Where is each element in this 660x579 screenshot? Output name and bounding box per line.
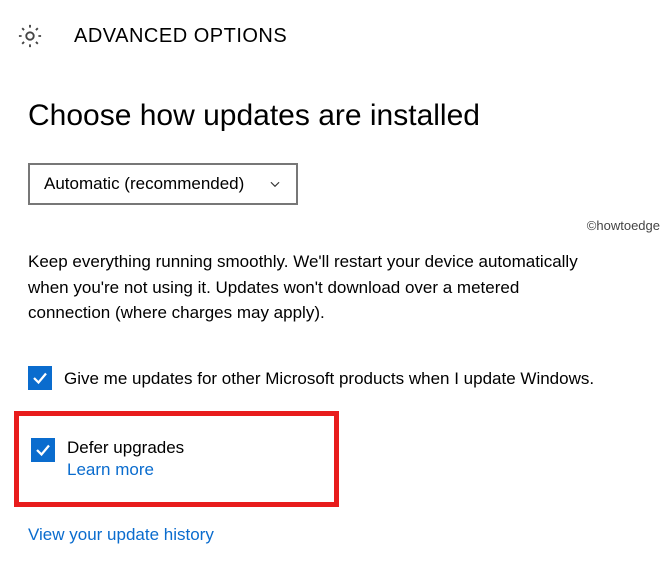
defer-upgrades-highlight: Defer upgrades Learn more (14, 411, 339, 507)
page-header: ADVANCED OPTIONS (0, 0, 660, 64)
update-description: Keep everything running smoothly. We'll … (28, 249, 588, 326)
defer-upgrades-checkbox[interactable] (31, 438, 55, 462)
section-heading: Choose how updates are installed (28, 99, 632, 133)
other-products-label: Give me updates for other Microsoft prod… (64, 366, 594, 392)
chevron-down-icon (268, 177, 282, 191)
page-title: ADVANCED OPTIONS (74, 25, 287, 48)
defer-upgrades-label: Defer upgrades (67, 438, 184, 458)
content-area: Choose how updates are installed Automat… (0, 64, 660, 545)
watermark: ©howtoedge (587, 218, 660, 233)
gear-icon (16, 22, 44, 50)
other-products-checkbox[interactable] (28, 366, 52, 390)
option-other-products: Give me updates for other Microsoft prod… (28, 366, 632, 392)
update-history-link[interactable]: View your update history (28, 525, 214, 545)
learn-more-link[interactable]: Learn more (67, 460, 184, 480)
dropdown-selected-label: Automatic (recommended) (44, 174, 244, 194)
update-mode-dropdown[interactable]: Automatic (recommended) (28, 163, 298, 205)
